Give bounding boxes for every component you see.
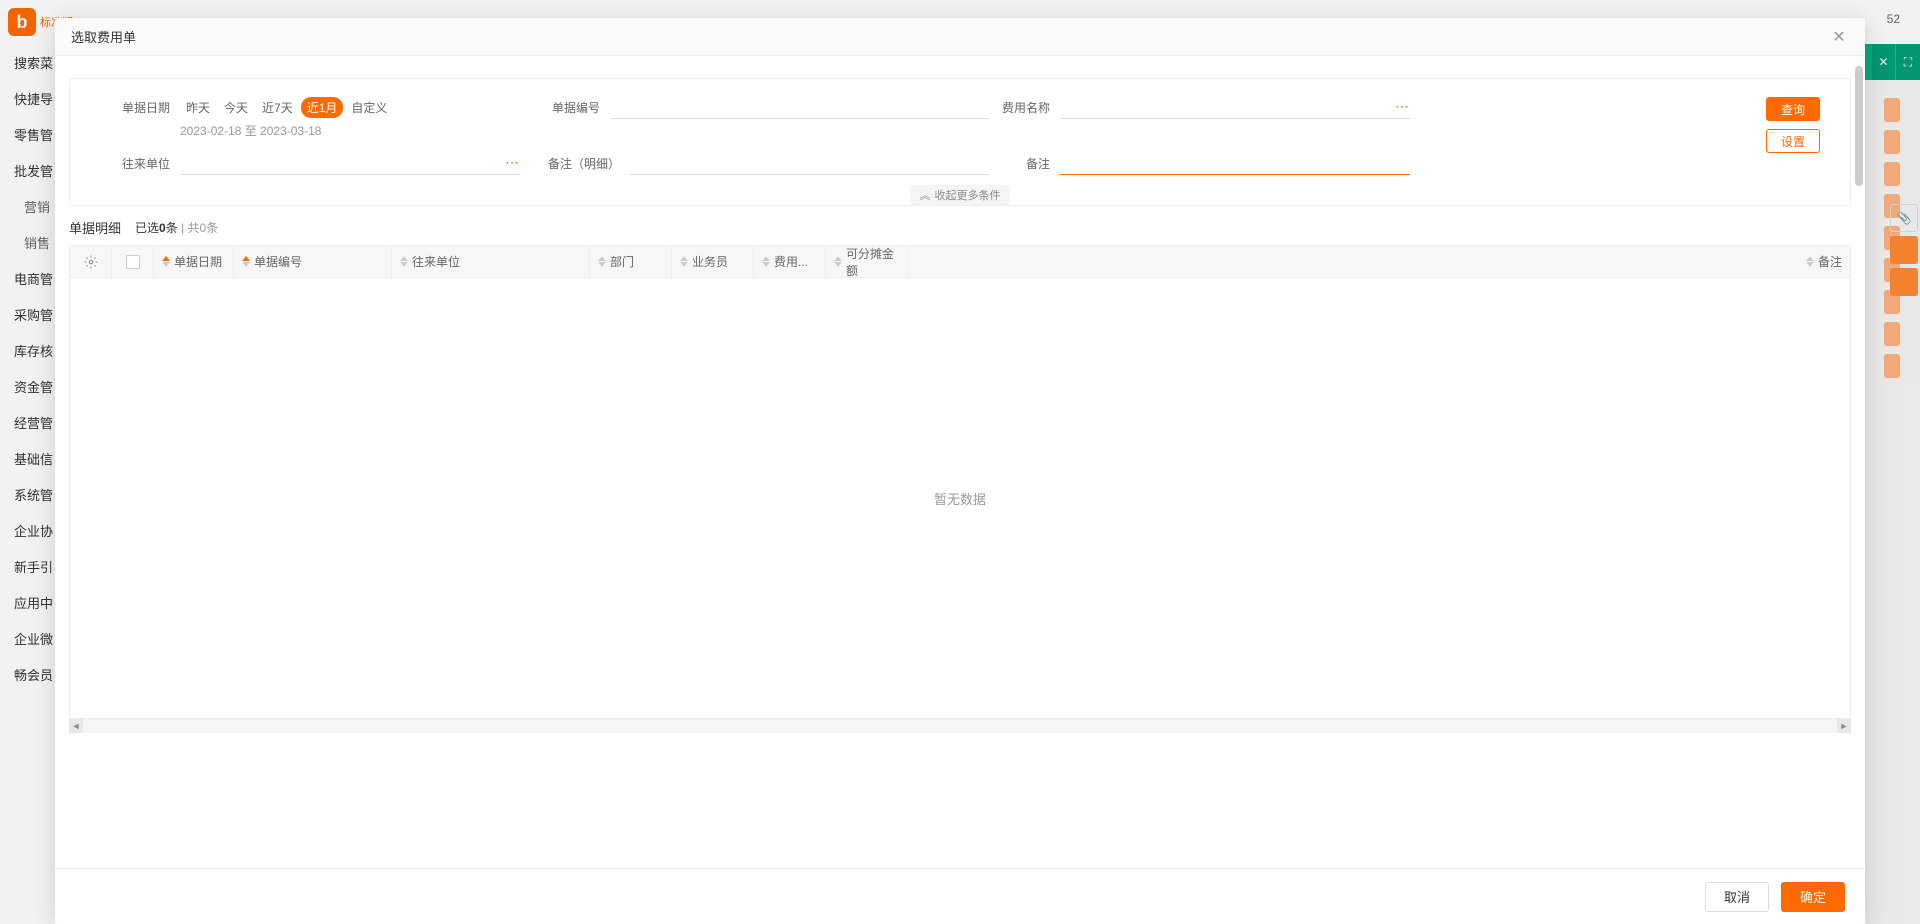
party-input[interactable] [180,153,520,175]
more-icon[interactable]: ⋯ [505,154,520,171]
date-chip[interactable]: 今天 [218,97,254,118]
settings-button[interactable]: 设置 [1766,129,1820,153]
fee-name-input[interactable] [1060,97,1410,119]
sort-icon[interactable] [834,256,842,267]
date-chip[interactable]: 近7天 [256,97,299,118]
date-chip[interactable]: 自定义 [345,97,393,118]
detail-title: 单据明细 [69,218,121,237]
confirm-button[interactable]: 确定 [1781,882,1845,912]
more-icon[interactable]: ⋯ [1395,98,1410,115]
gear-icon[interactable] [70,246,112,277]
scroll-right-icon[interactable]: ► [1837,719,1851,733]
column-header[interactable]: 备注 [908,246,1850,277]
remark-input[interactable] [1060,153,1410,175]
result-table: 单据日期 单据编号 往来单位 部门 业务员 费用... 可分摊金额 备注 暂无数据 [69,245,1851,719]
remark-detail-input[interactable] [630,153,990,175]
column-header[interactable]: 可分摊金额 [826,246,908,277]
date-chip[interactable]: 昨天 [180,97,216,118]
sort-icon[interactable] [680,256,688,267]
column-header[interactable]: 往来单位 [392,246,590,277]
close-icon[interactable]: ✕ [1829,27,1849,47]
remark-label: 备注 [990,153,1050,172]
column-header[interactable]: 单据日期 [154,246,234,277]
scroll-left-icon[interactable]: ◄ [69,719,83,733]
column-label: 部门 [610,253,634,270]
vertical-scrollbar[interactable] [1855,66,1863,858]
total-count: | 共0条 [181,221,218,235]
column-label: 单据编号 [254,253,302,270]
select-fee-modal: 选取费用单 ✕ 单据日期 昨天今天近7天近1月自定义 2023-02-18 至 … [55,18,1865,924]
date-chip[interactable]: 近1月 [301,97,344,118]
doc-date-label: 单据日期 [110,97,170,116]
cancel-button[interactable]: 取消 [1705,882,1769,912]
modal-footer: 取消 确定 [55,868,1865,924]
collapse-filters-button[interactable]: ︽ 收起更多条件 [910,185,1010,205]
column-label: 备注 [1818,253,1842,270]
sort-icon[interactable] [162,256,170,267]
modal-header: 选取费用单 ✕ [55,18,1865,56]
column-header[interactable]: 业务员 [672,246,754,277]
column-label: 可分摊金额 [846,245,899,279]
doc-no-input[interactable] [610,97,990,119]
sort-icon[interactable] [242,256,250,267]
fee-name-label: 费用名称 [990,97,1050,116]
column-header[interactable]: 单据编号 [234,246,392,277]
modal-title: 选取费用单 [71,27,136,46]
table-empty-state: 暂无数据 [70,278,1850,718]
table-header: 单据日期 单据编号 往来单位 部门 业务员 费用... 可分摊金额 备注 [70,246,1850,278]
filter-actions: 查询 设置 [1766,97,1820,153]
empty-text: 暂无数据 [934,489,986,508]
sort-icon[interactable] [762,256,770,267]
select-all-checkbox[interactable] [112,246,154,277]
column-label: 业务员 [692,253,728,270]
column-label: 往来单位 [412,253,460,270]
selected-count: 已选0条 [135,221,178,235]
detail-header: 单据明细 已选0条 | 共0条 [55,206,1865,245]
date-quick-picker: 昨天今天近7天近1月自定义 [180,97,540,118]
horizontal-scrollbar[interactable]: ◄ ► [69,719,1851,733]
chevrons-up-icon: ︽ [920,187,931,203]
party-label: 往来单位 [110,153,170,172]
filter-panel: 单据日期 昨天今天近7天近1月自定义 2023-02-18 至 2023-03-… [69,78,1851,206]
modal-body: 单据日期 昨天今天近7天近1月自定义 2023-02-18 至 2023-03-… [55,56,1865,868]
sort-icon[interactable] [598,256,606,267]
column-header[interactable]: 部门 [590,246,672,277]
date-range-display: 2023-02-18 至 2023-03-18 [180,122,540,139]
column-label: 费用... [774,253,808,270]
sort-icon[interactable] [1806,256,1814,267]
doc-no-label: 单据编号 [540,97,600,116]
remark-detail-label: 备注（明细） [540,153,620,172]
query-button[interactable]: 查询 [1766,97,1820,121]
collapse-label: 收起更多条件 [935,187,1001,203]
column-label: 单据日期 [174,253,222,270]
sort-icon[interactable] [400,256,408,267]
column-header[interactable]: 费用... [754,246,826,277]
